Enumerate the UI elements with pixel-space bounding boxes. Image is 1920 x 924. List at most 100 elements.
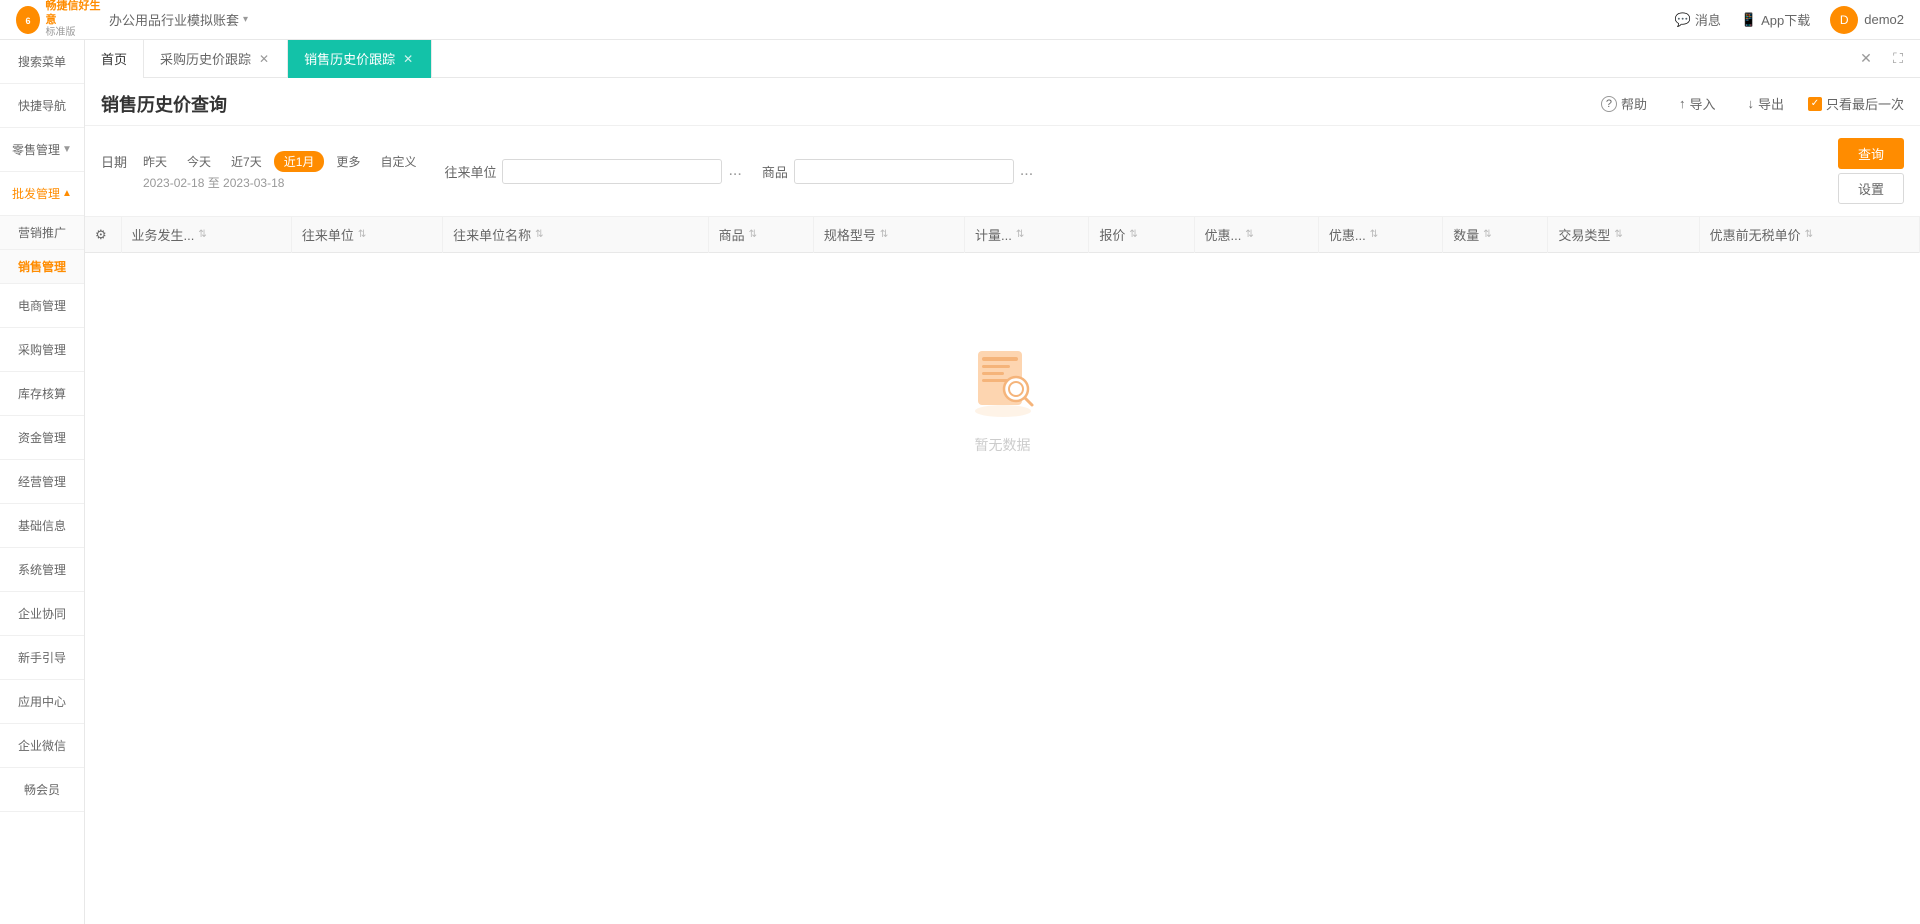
date-last1month-btn[interactable]: 近1月 (274, 151, 325, 172)
partner-dots[interactable]: ... (728, 162, 741, 180)
table-container: ⚙ 业务发生... ⇅ 往来单 (85, 217, 1920, 535)
user-area[interactable]: D demo2 (1830, 6, 1904, 34)
export-button[interactable]: ↓ 导出 (1739, 90, 1792, 117)
sidebar-item-search-menu[interactable]: 搜索菜单 (0, 40, 84, 84)
tab-purchase-close-icon[interactable]: ✕ (257, 52, 271, 66)
date-yesterday-btn[interactable]: 昨天 (135, 151, 175, 172)
date-today-btn[interactable]: 今天 (179, 151, 219, 172)
logo-icon: 6 (16, 6, 40, 34)
date-range-text: 2023-02-18 至 2023-03-18 (143, 176, 284, 190)
sidebar-item-stock-calc[interactable]: 库存核算 (0, 372, 84, 416)
import-icon: ↑ (1679, 96, 1686, 111)
table-header-row: ⚙ 业务发生... ⇅ 往来单 (85, 217, 1920, 253)
export-label: 导出 (1758, 94, 1784, 113)
th-partner-name[interactable]: 往来单位名称 ⇅ (443, 217, 709, 253)
sidebar-item-system-mgmt[interactable]: 系统管理 (0, 548, 84, 592)
tab-close-all-button[interactable]: ✕ (1852, 45, 1880, 73)
workspace-selector[interactable]: 办公用品行业模拟账套 ▾ (109, 10, 248, 29)
filter-area: 日期 昨天 今天 近7天 近1月 更多 自定义 2023-02-18 (85, 126, 1920, 217)
sidebar-item-finance-mgmt[interactable]: 资金管理 (0, 416, 84, 460)
page-inner: 销售历史价查询 ? 帮助 ↑ 导入 ↓ 导出 (85, 78, 1920, 924)
th-discount1-label: 优惠... (1205, 225, 1242, 244)
only-last-checkbox[interactable]: ✓ (1808, 97, 1822, 111)
sort-icon-partner-code: ⇅ (358, 229, 366, 240)
workspace-arrow-icon: ▾ (243, 14, 248, 25)
th-goods[interactable]: 商品 ⇅ (708, 217, 813, 253)
message-icon: 💬 (1675, 12, 1691, 28)
th-pretax-price[interactable]: 优惠前无税单价 ⇅ (1699, 217, 1919, 253)
sidebar-item-enterprise-wechat[interactable]: 企业微信 (0, 724, 84, 768)
export-icon: ↓ (1747, 96, 1754, 111)
sidebar-item-quick-nav[interactable]: 快捷导航 (0, 84, 84, 128)
th-discount1[interactable]: 优惠... ⇅ (1194, 217, 1318, 253)
th-qty[interactable]: 数量 ⇅ (1443, 217, 1548, 253)
tab-sales-label: 销售历史价跟踪 (304, 49, 395, 68)
goods-filter-group: 商品 ... (762, 159, 1033, 184)
partner-label: 往来单位 (444, 162, 496, 181)
sidebar-item-member[interactable]: 畅会员 (0, 768, 84, 812)
query-button[interactable]: 查询 (1838, 138, 1904, 169)
wholesale-arrow-icon: ▲ (62, 188, 72, 199)
sidebar-item-biz-mgmt[interactable]: 经营管理 (0, 460, 84, 504)
date-filter-group: 日期 昨天 今天 近7天 近1月 更多 自定义 2023-02-18 (101, 151, 424, 191)
th-biz-date-label: 业务发生... (132, 225, 195, 244)
th-quote-label: 报价 (1099, 225, 1125, 244)
tab-purchase-history[interactable]: 采购历史价跟踪 ✕ (144, 40, 288, 78)
page-header: 销售历史价查询 ? 帮助 ↑ 导入 ↓ 导出 (85, 78, 1920, 126)
message-action[interactable]: 💬 消息 (1675, 10, 1721, 29)
th-quote[interactable]: 报价 ⇅ (1089, 217, 1194, 253)
th-unit[interactable]: 计量... ⇅ (965, 217, 1089, 253)
date-more-btn[interactable]: 更多 (328, 151, 368, 172)
retail-mgmt-label: 零售管理 (12, 141, 60, 158)
sidebar-item-ecommerce-mgmt[interactable]: 电商管理 (0, 284, 84, 328)
tab-purchase-label: 采购历史价跟踪 (160, 49, 251, 68)
app-download-icon: 📱 (1741, 12, 1757, 28)
logo-area: 6 畅捷信好生意 标准版 (16, 0, 101, 38)
th-spec[interactable]: 规格型号 ⇅ (813, 217, 964, 253)
sidebar-item-basic-info[interactable]: 基础信息 (0, 504, 84, 548)
sidebar-item-app-center[interactable]: 应用中心 (0, 680, 84, 724)
page-title: 销售历史价查询 (101, 91, 227, 117)
help-button[interactable]: ? 帮助 (1593, 90, 1655, 117)
date-label: 日期 (101, 152, 127, 171)
top-header: 6 畅捷信好生意 标准版 办公用品行业模拟账套 ▾ 💬 消息 📱 App下载 D… (0, 0, 1920, 40)
sidebar-item-enterprise-collab[interactable]: 企业协同 (0, 592, 84, 636)
page-content: 销售历史价查询 ? 帮助 ↑ 导入 ↓ 导出 (85, 78, 1920, 924)
tab-home[interactable]: 首页 (85, 40, 144, 78)
partner-input[interactable] (502, 159, 722, 184)
sidebar-item-wholesale-mgmt[interactable]: 批发管理 ▲ (0, 172, 84, 216)
import-button[interactable]: ↑ 导入 (1671, 90, 1724, 117)
sort-icon-discount1: ⇅ (1245, 229, 1253, 240)
sidebar-item-retail-mgmt[interactable]: 零售管理 ▼ (0, 128, 84, 172)
date-last7days-btn[interactable]: 近7天 (223, 151, 270, 172)
sidebar-item-sales-mgmt[interactable]: 销售管理 (0, 250, 84, 284)
sidebar-item-marketing[interactable]: 营销推广 (0, 216, 84, 250)
only-last-checkbox-group[interactable]: ✓ 只看最后一次 (1808, 94, 1904, 113)
date-custom-btn[interactable]: 自定义 (372, 151, 424, 172)
tab-sales-history[interactable]: 销售历史价跟踪 ✕ (288, 40, 432, 78)
th-settings[interactable]: ⚙ (85, 217, 121, 253)
quick-nav-label: 快捷导航 (18, 97, 66, 114)
th-trade-type[interactable]: 交易类型 ⇅ (1548, 217, 1699, 253)
tab-expand-button[interactable]: ⛶ (1884, 45, 1912, 73)
svg-text:6: 6 (25, 16, 30, 26)
th-partner-code[interactable]: 往来单位 ⇅ (291, 217, 442, 253)
th-discount2[interactable]: 优惠... ⇅ (1318, 217, 1442, 253)
date-buttons: 昨天 今天 近7天 近1月 更多 自定义 (135, 151, 424, 172)
goods-label: 商品 (762, 162, 788, 181)
th-unit-label: 计量... (975, 225, 1012, 244)
tab-sales-close-icon[interactable]: ✕ (401, 52, 415, 66)
th-biz-date[interactable]: 业务发生... ⇅ (121, 217, 291, 253)
sort-icon-biz-date: ⇅ (198, 229, 206, 240)
sidebar-item-new-guide[interactable]: 新手引导 (0, 636, 84, 680)
sidebar-item-purchase-mgmt[interactable]: 采购管理 (0, 328, 84, 372)
goods-input[interactable] (794, 159, 1014, 184)
goods-dots[interactable]: ... (1020, 162, 1033, 180)
date-buttons-row: 日期 昨天 今天 近7天 近1月 更多 自定义 (101, 151, 424, 172)
app-download-action[interactable]: 📱 App下载 (1741, 10, 1810, 29)
workspace-label: 办公用品行业模拟账套 (109, 10, 239, 29)
sort-icon-pretax-price: ⇅ (1805, 229, 1813, 240)
settings-button[interactable]: 设置 (1838, 173, 1904, 204)
th-partner-name-label: 往来单位名称 (453, 225, 531, 244)
tab-home-label: 首页 (101, 49, 127, 68)
